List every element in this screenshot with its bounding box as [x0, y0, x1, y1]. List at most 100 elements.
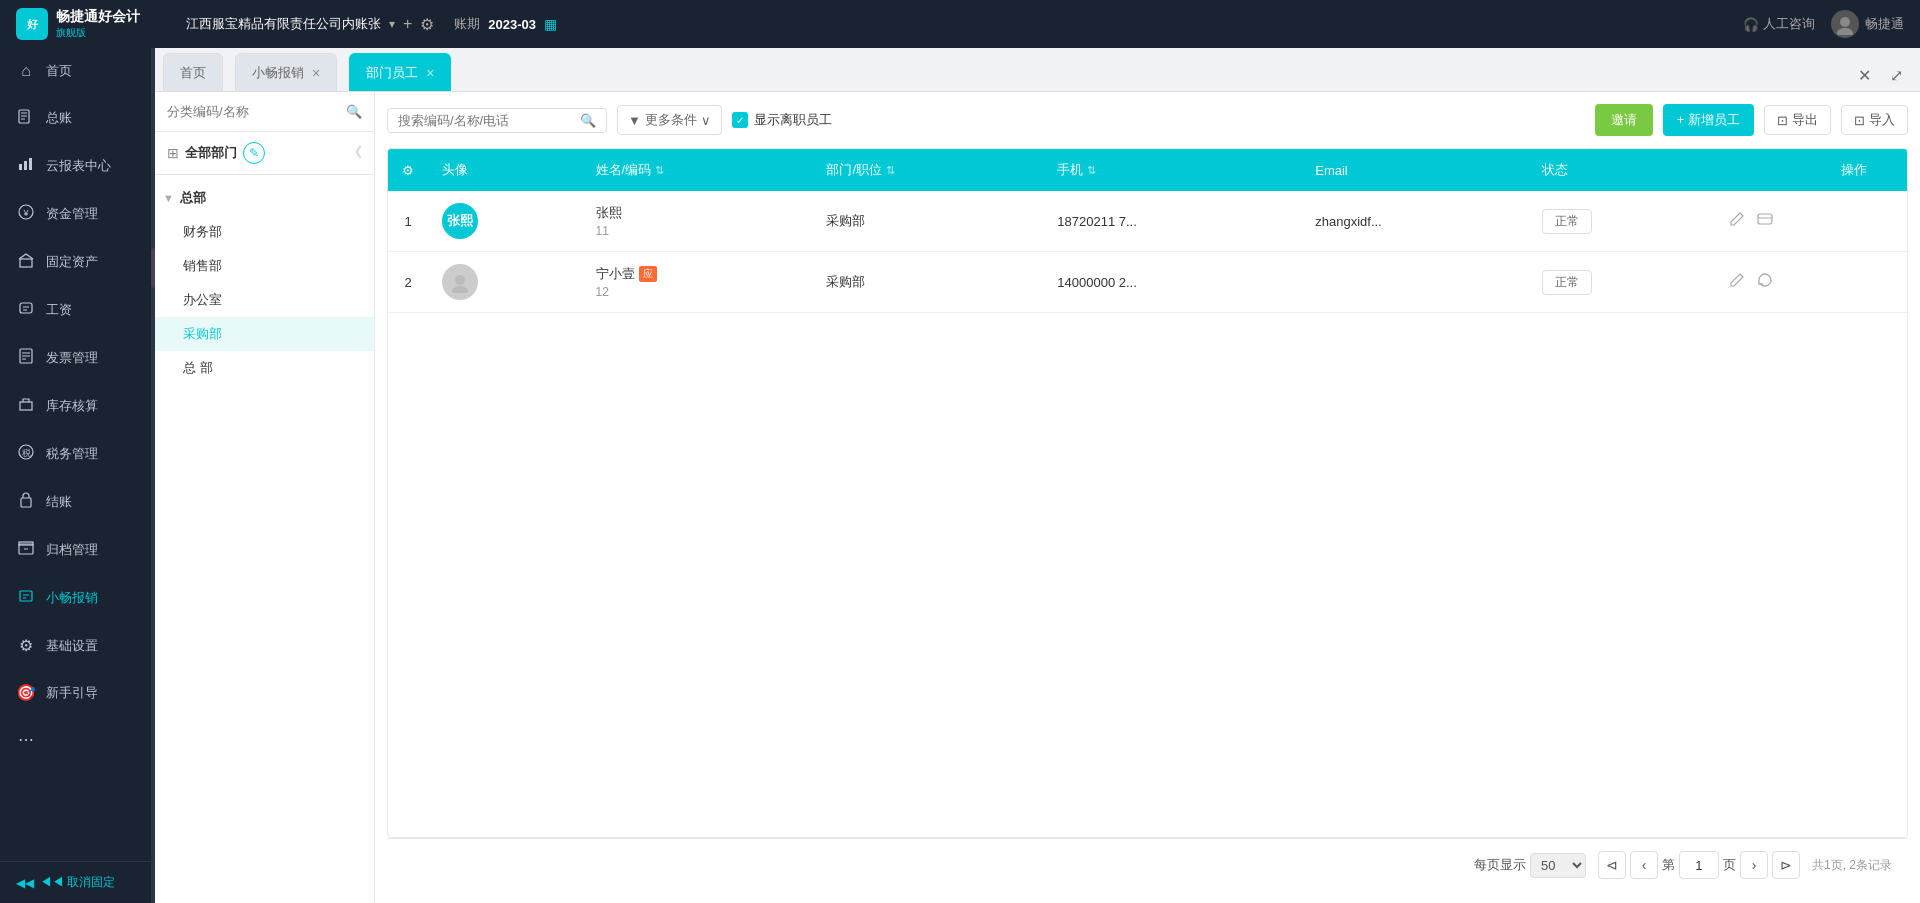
page-last-button[interactable]: ⊳ — [1772, 851, 1800, 879]
unpin-button[interactable]: ◀◀ ◀◀ 取消固定 — [0, 861, 155, 903]
dept-node-purchase[interactable]: 采购部 — [155, 317, 374, 351]
show-resigned-checkbox[interactable]: ✓ — [732, 112, 748, 128]
sidebar-item-archive[interactable]: 归档管理 — [0, 526, 155, 574]
funds-icon: ¥ — [16, 204, 36, 224]
dept-header: ⊞ 全部部门 ✎ 《 — [155, 132, 374, 175]
dept-edit-button[interactable]: ✎ — [243, 142, 265, 164]
sidebar-item-salary[interactable]: 工资 — [0, 286, 155, 334]
sidebar-item-expense[interactable]: 小畅报销 — [0, 574, 155, 622]
row1-avatar: 张熙 — [442, 203, 478, 239]
col-dept[interactable]: 部门/职位 ⇅ — [812, 149, 1043, 191]
page-prev-button[interactable]: ‹ — [1630, 851, 1658, 879]
sidebar-item-assets[interactable]: 固定资产 — [0, 238, 155, 286]
dept-node-finance[interactable]: 财务部 — [155, 215, 374, 249]
user-name: 畅捷通 — [1865, 15, 1904, 33]
tab-home[interactable]: 首页 — [163, 53, 223, 91]
user-area[interactable]: 畅捷通 — [1831, 10, 1904, 38]
page-number-input[interactable] — [1679, 851, 1719, 879]
svg-rect-24 — [21, 498, 31, 507]
import-button[interactable]: ⊡ 导入 — [1841, 105, 1908, 135]
tab-expand-button[interactable]: ⤢ — [1884, 63, 1908, 87]
sidebar-item-close[interactable]: 结账 — [0, 478, 155, 526]
sidebar-item-home[interactable]: ⌂ 首页 — [0, 48, 155, 94]
row1-actions — [1715, 191, 1907, 252]
svg-point-33 — [455, 275, 465, 285]
svg-rect-8 — [19, 164, 22, 170]
tab-department[interactable]: 部门员工 × — [349, 53, 451, 91]
row1-more-icon[interactable] — [1757, 211, 1773, 231]
col-name-code[interactable]: 姓名/编码 ⇅ — [582, 149, 813, 191]
sidebar-item-tax[interactable]: 税 税务管理 — [0, 430, 155, 478]
employee-search-input[interactable] — [398, 113, 574, 128]
filter-icon: ▼ — [628, 113, 641, 128]
show-resigned-label: 显示离职员工 — [754, 111, 832, 129]
page-first-button[interactable]: ⊲ — [1598, 851, 1626, 879]
tab-expense[interactable]: 小畅报销 × — [235, 53, 337, 91]
table-row: 2 宁小壹 — [388, 252, 1907, 313]
dept-node-general[interactable]: 总 部 — [155, 351, 374, 385]
top-header: 好 畅捷通好会计 旗舰版 江西服宝精品有限责任公司内账张 ▾ + ⚙ 账期 20… — [0, 0, 1920, 48]
sidebar-label-invoice: 发票管理 — [46, 349, 98, 367]
company-area: 江西服宝精品有限责任公司内账张 ▾ + ⚙ 账期 2023-03 ▦ — [166, 15, 1743, 34]
add-company-icon[interactable]: + — [403, 15, 412, 33]
calendar-icon[interactable]: ▦ — [544, 16, 557, 32]
invite-button[interactable]: 邀请 — [1595, 104, 1653, 136]
tab-department-close-icon[interactable]: × — [426, 65, 434, 81]
user-avatar — [1831, 10, 1859, 38]
sidebar-scrollbar[interactable] — [151, 48, 155, 903]
col-settings[interactable]: ⚙ — [388, 149, 428, 191]
page-next-button[interactable]: › — [1740, 851, 1768, 879]
row2-edit-icon[interactable] — [1729, 272, 1745, 292]
unpin-label: ◀◀ 取消固定 — [40, 874, 115, 891]
row1-edit-icon[interactable] — [1729, 211, 1745, 231]
add-employee-button[interactable]: + 新增员工 — [1663, 104, 1754, 136]
tab-expense-close-icon[interactable]: × — [312, 65, 320, 81]
row2-refresh-icon[interactable] — [1757, 272, 1773, 292]
col-phone[interactable]: 手机 ⇅ — [1043, 149, 1301, 191]
dept-node-office[interactable]: 办公室 — [155, 283, 374, 317]
sidebar-item-guide[interactable]: 🎯 新手引导 — [0, 669, 155, 716]
dept-collapse-button[interactable]: 《 — [348, 144, 362, 162]
row2-status: 正常 — [1528, 252, 1715, 313]
company-dropdown-icon[interactable]: ▾ — [389, 17, 395, 31]
sidebar-item-ledger[interactable]: 总账 — [0, 94, 155, 142]
row1-name: 张熙 — [596, 204, 799, 222]
dept-search-icon[interactable]: 🔍 — [346, 104, 362, 119]
dept-node-root[interactable]: ▼ 总部 — [155, 181, 374, 215]
pagination-bar: 每页显示 50 10 20 100 ⊲ ‹ 第 页 — [387, 838, 1908, 891]
svg-rect-9 — [24, 161, 27, 170]
dept-search-input[interactable] — [167, 104, 338, 119]
sidebar-item-more[interactable]: ⋯ — [0, 716, 155, 763]
svg-point-3 — [1837, 28, 1853, 35]
show-resigned-toggle[interactable]: ✓ 显示离职员工 — [732, 111, 832, 129]
sidebar-item-inventory[interactable]: 库存核算 — [0, 382, 155, 430]
invoice-icon — [16, 348, 36, 368]
row1-status-badge: 正常 — [1542, 209, 1592, 234]
settings-gear-icon[interactable]: ⚙ — [420, 15, 434, 34]
salary-icon — [16, 300, 36, 320]
logo-title: 畅捷通好会计 — [56, 8, 140, 26]
sidebar-item-funds[interactable]: ¥ 资金管理 — [0, 190, 155, 238]
row2-name-group: 宁小壹 应 12 — [596, 265, 799, 299]
tab-expense-label: 小畅报销 — [252, 64, 304, 82]
page-content: 🔍 ⊞ 全部部门 ✎ 《 ▼ 总部 财务部 — [155, 92, 1920, 903]
service-button[interactable]: 🎧 人工咨询 — [1743, 15, 1815, 33]
row2-actions — [1715, 252, 1907, 313]
department-panel: 🔍 ⊞ 全部部门 ✎ 《 ▼ 总部 财务部 — [155, 92, 375, 903]
tab-bar: 首页 小畅报销 × 部门员工 × ✕ ⤢ — [155, 48, 1920, 92]
svg-rect-13 — [20, 259, 32, 267]
per-page-dropdown[interactable]: 50 10 20 100 — [1530, 853, 1586, 878]
filter-button[interactable]: ▼ 更多条件 ∨ — [617, 105, 722, 135]
sidebar-label-home: 首页 — [46, 62, 72, 80]
sidebar-item-reports[interactable]: 云报表中心 — [0, 142, 155, 190]
sidebar-item-invoice[interactable]: 发票管理 — [0, 334, 155, 382]
period-value: 2023-03 — [488, 17, 536, 32]
sidebar-item-basic-settings[interactable]: ⚙ 基础设置 — [0, 622, 155, 669]
export-button[interactable]: ⊡ 导出 — [1764, 105, 1831, 135]
dept-node-sales[interactable]: 销售部 — [155, 249, 374, 283]
sidebar-label-archive: 归档管理 — [46, 541, 98, 559]
tab-close-button[interactable]: ✕ — [1852, 63, 1876, 87]
employee-search-icon[interactable]: 🔍 — [580, 113, 596, 128]
content-area: 首页 小畅报销 × 部门员工 × ✕ ⤢ 🔍 — [155, 48, 1920, 903]
dept-sales-label: 销售部 — [183, 257, 222, 275]
